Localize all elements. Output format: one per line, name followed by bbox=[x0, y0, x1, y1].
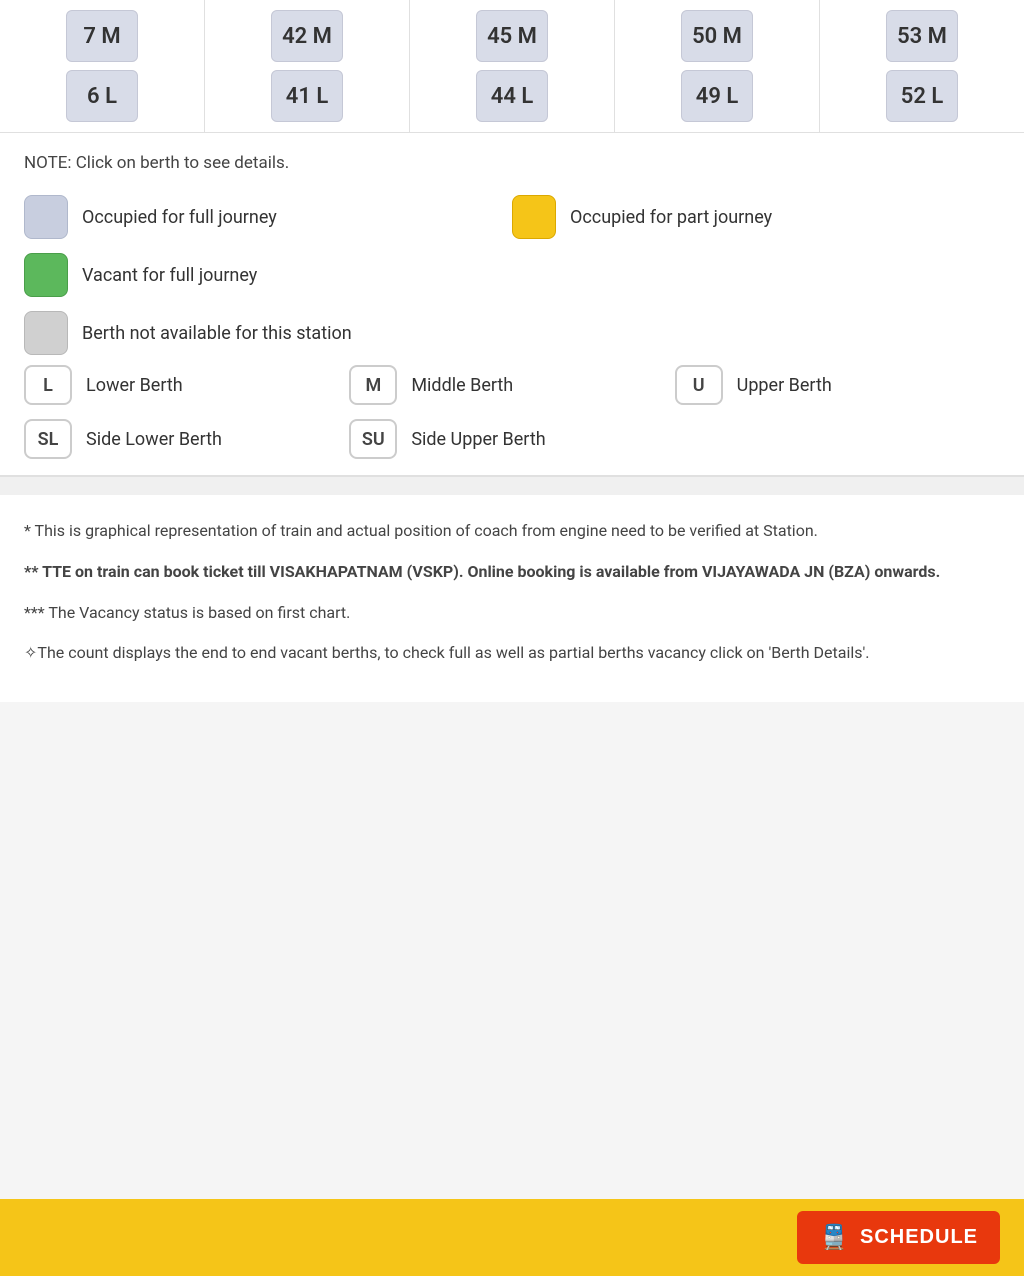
berth-column-2: 42 M 41 L bbox=[205, 0, 410, 132]
berth-cell-6l[interactable]: 6 L bbox=[66, 70, 138, 122]
berth-cell-52l[interactable]: 52 L bbox=[886, 70, 958, 122]
note-item-2: ** TTE on train can book ticket till VIS… bbox=[24, 560, 1000, 585]
not-available-color bbox=[24, 311, 68, 355]
berth-cell-53m[interactable]: 53 M bbox=[886, 10, 958, 62]
note-item-1: * This is graphical representation of tr… bbox=[24, 519, 1000, 544]
schedule-button[interactable]: 🚆 SCHEDULE bbox=[797, 1211, 1000, 1264]
berth-type-row-2: SL Side Lower Berth SU Side Upper Berth bbox=[24, 419, 1000, 459]
occupied-full-label: Occupied for full journey bbox=[82, 207, 277, 228]
berth-cell-42m[interactable]: 42 M bbox=[271, 10, 343, 62]
note-item-3: *** The Vacancy status is based on first… bbox=[24, 601, 1000, 626]
legend-section: NOTE: Click on berth to see details. Occ… bbox=[0, 133, 1024, 477]
side-lower-badge: SL bbox=[24, 419, 72, 459]
lower-berth-label: Lower Berth bbox=[86, 375, 183, 396]
berth-column-5: 53 M 52 L bbox=[820, 0, 1024, 132]
lower-berth-badge: L bbox=[24, 365, 72, 405]
berth-cell-44l[interactable]: 44 L bbox=[476, 70, 548, 122]
upper-berth-badge: U bbox=[675, 365, 723, 405]
schedule-icon: 🚆 bbox=[819, 1223, 850, 1252]
berth-cell-50m[interactable]: 50 M bbox=[681, 10, 753, 62]
footer-bar: 🚆 SCHEDULE bbox=[0, 1199, 1024, 1276]
berth-cell-41l[interactable]: 41 L bbox=[271, 70, 343, 122]
berth-column-1: 7 M 6 L bbox=[0, 0, 205, 132]
side-upper-badge: SU bbox=[349, 419, 397, 459]
note-text: NOTE: Click on berth to see details. bbox=[24, 153, 1000, 173]
vacant-full-label: Vacant for full journey bbox=[82, 265, 257, 286]
berth-grid-section: 7 M 6 L 42 M 41 L 45 M 44 L 50 M 49 L 53… bbox=[0, 0, 1024, 133]
occupied-full-color bbox=[24, 195, 68, 239]
not-available-label: Berth not available for this station bbox=[82, 323, 352, 344]
berth-type-middle: M Middle Berth bbox=[349, 365, 674, 405]
notes-section: * This is graphical representation of tr… bbox=[0, 487, 1024, 702]
occupied-part-color bbox=[512, 195, 556, 239]
schedule-label: SCHEDULE bbox=[860, 1226, 978, 1249]
berth-type-row-1: L Lower Berth M Middle Berth U Upper Ber… bbox=[24, 365, 1000, 405]
legend-item-occupied-part: Occupied for part journey bbox=[512, 195, 1000, 239]
middle-berth-label: Middle Berth bbox=[411, 375, 513, 396]
berth-type-upper: U Upper Berth bbox=[675, 365, 1000, 405]
legend-grid: Occupied for full journey Occupied for p… bbox=[24, 195, 1000, 355]
berth-type-side-lower: SL Side Lower Berth bbox=[24, 419, 349, 459]
side-upper-label: Side Upper Berth bbox=[411, 429, 545, 450]
berth-cell-45m[interactable]: 45 M bbox=[476, 10, 548, 62]
berth-cell-7m[interactable]: 7 M bbox=[66, 10, 138, 62]
legend-item-occupied-full: Occupied for full journey bbox=[24, 195, 512, 239]
berth-cell-49l[interactable]: 49 L bbox=[681, 70, 753, 122]
note-item-4: ✧The count displays the end to end vacan… bbox=[24, 641, 1000, 666]
berth-types-section: L Lower Berth M Middle Berth U Upper Ber… bbox=[24, 365, 1000, 459]
berth-type-side-upper: SU Side Upper Berth bbox=[349, 419, 674, 459]
legend-row-2: Vacant for full journey bbox=[24, 253, 1000, 297]
vacant-full-color bbox=[24, 253, 68, 297]
section-divider bbox=[0, 477, 1024, 487]
upper-berth-label: Upper Berth bbox=[737, 375, 832, 396]
legend-row-3: Berth not available for this station bbox=[24, 311, 1000, 355]
footer-spacer bbox=[0, 702, 1024, 782]
occupied-part-label: Occupied for part journey bbox=[570, 207, 772, 228]
berth-column-3: 45 M 44 L bbox=[410, 0, 615, 132]
legend-item-vacant-full: Vacant for full journey bbox=[24, 253, 1000, 297]
legend-item-not-available: Berth not available for this station bbox=[24, 311, 1000, 355]
berth-column-4: 50 M 49 L bbox=[615, 0, 820, 132]
middle-berth-badge: M bbox=[349, 365, 397, 405]
legend-row-1: Occupied for full journey Occupied for p… bbox=[24, 195, 1000, 239]
side-lower-label: Side Lower Berth bbox=[86, 429, 222, 450]
berth-type-lower: L Lower Berth bbox=[24, 365, 349, 405]
